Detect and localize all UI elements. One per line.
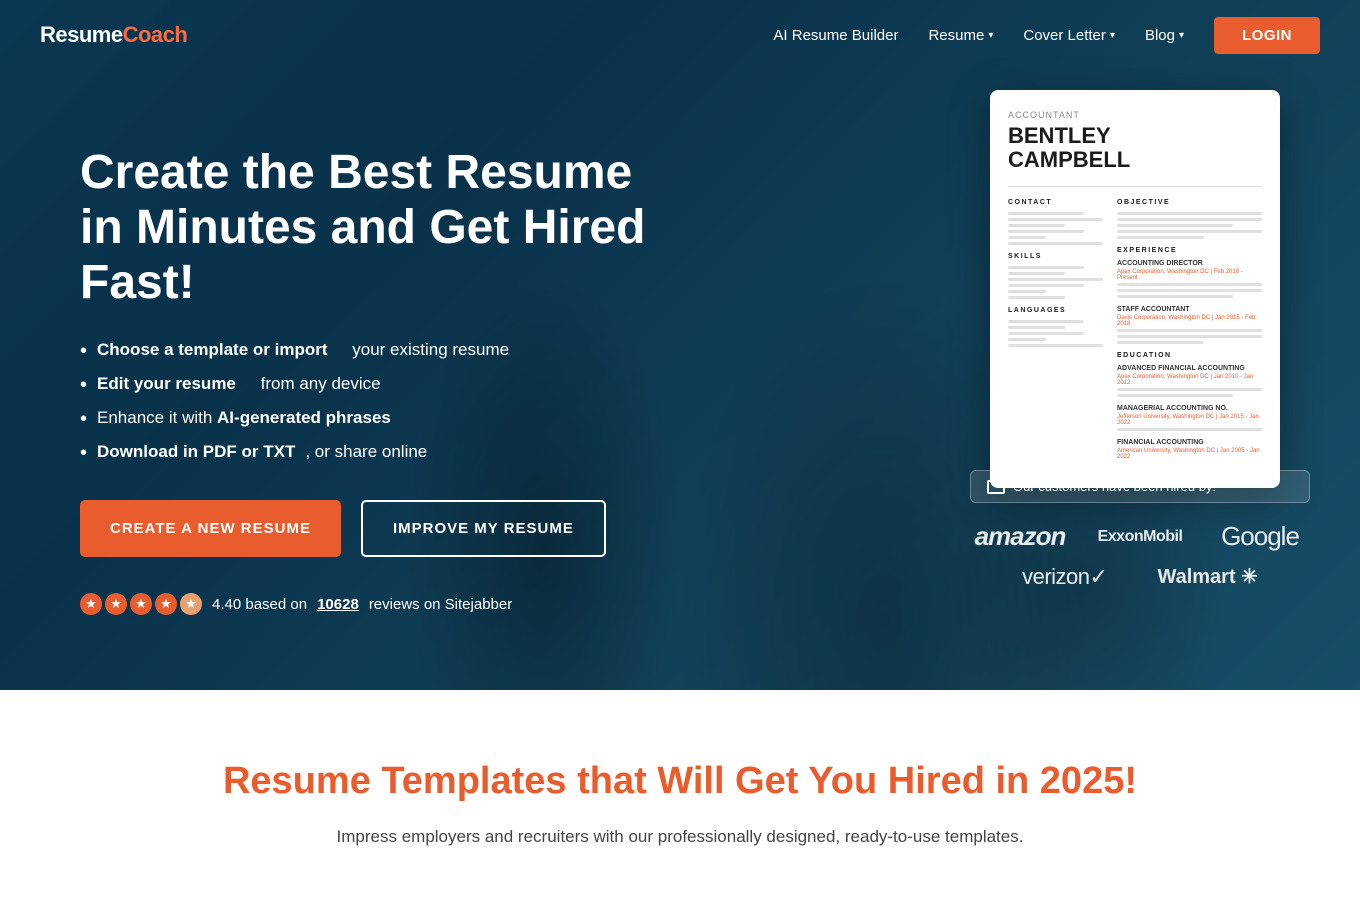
rating-link[interactable]: 10628 (317, 596, 359, 613)
star-4: ★ (155, 593, 177, 615)
resume-name-line2: CAMPBELL (1008, 147, 1130, 172)
resume-col-right: OBJECTIVE EXPERIENCE ACCOUNTING DIRECTOR… (1117, 199, 1262, 468)
google-logo: Google (1210, 521, 1310, 552)
skills-section-title: SKILLS (1008, 253, 1103, 260)
rating-row: ★ ★ ★ ★ ★ 4.40 based on 10628 reviews on… (80, 593, 680, 615)
logo[interactable]: ResumeCoach (40, 22, 187, 48)
resume-card-label: ACCOUNTANT (1008, 110, 1262, 120)
objective-section-title: OBJECTIVE (1117, 199, 1262, 206)
exxonmobil-logo: ExxonMobil (1090, 528, 1190, 546)
contact-line-3 (1008, 224, 1065, 227)
resume-divider (1008, 186, 1262, 187)
rating-suffix: reviews on Sitejabber (369, 596, 512, 613)
login-button[interactable]: LOGIN (1214, 17, 1320, 54)
star-1: ★ (80, 593, 102, 615)
amazon-logo: amazon (970, 521, 1070, 552)
hero-content: Create the Best Resume in Minutes and Ge… (0, 75, 680, 616)
contact-block (1008, 212, 1103, 245)
nav-resume[interactable]: Resume ▾ (928, 27, 993, 44)
briefcase-icon (987, 480, 1005, 494)
star-3: ★ (130, 593, 152, 615)
bottom-subtitle: Impress employers and recruiters with ou… (330, 827, 1030, 847)
contact-line-1 (1008, 212, 1084, 215)
hero-section: Create the Best Resume in Minutes and Ge… (0, 0, 1360, 690)
logo-coach: Coach (123, 22, 188, 47)
hired-by-text: Our customers have been hired by: (1013, 479, 1216, 494)
cta-row: CREATE A NEW RESUME IMPROVE MY RESUME (80, 500, 680, 557)
bottom-section: Resume Templates that Will Get You Hired… (0, 690, 1360, 907)
chevron-down-icon: ▾ (1179, 30, 1184, 41)
logo-resume: Resume (40, 22, 123, 47)
education-block-2: MANAGERIAL ACCOUNTING NO. Jefferson Univ… (1117, 405, 1262, 431)
languages-block (1008, 320, 1103, 347)
bottom-title: Resume Templates that Will Get You Hired… (40, 760, 1320, 803)
company-logos-grid: amazon ExxonMobil Google (970, 521, 1310, 552)
resume-card-name: BENTLEY CAMPBELL (1008, 124, 1262, 172)
languages-section-title: LANGUAGES (1008, 307, 1103, 314)
hero-title: Create the Best Resume in Minutes and Ge… (80, 145, 680, 311)
chevron-down-icon: ▾ (1110, 30, 1115, 41)
star-5: ★ (180, 593, 202, 615)
bullet-1: Choose a template or import your existin… (80, 340, 680, 362)
experience-block-2: STAFF ACCOUNTANT Davis Corporation, Wash… (1117, 306, 1262, 344)
nav-ai-builder[interactable]: AI Resume Builder (773, 27, 898, 44)
navbar: ResumeCoach AI Resume Builder Resume ▾ C… (0, 0, 1360, 70)
bullet-2: Edit your resume from any device (80, 374, 680, 396)
nav-links: AI Resume Builder Resume ▾ Cover Letter … (773, 17, 1320, 54)
experience-section-title: EXPERIENCE (1117, 247, 1262, 254)
improve-resume-button[interactable]: IMPROVE MY RESUME (361, 500, 606, 557)
contact-section-title: CONTACT (1008, 199, 1103, 206)
bullet-4: Download in PDF or TXT, or share online (80, 442, 680, 464)
resume-col-left: CONTACT SKILLS L (1008, 199, 1103, 468)
education-block-1: ADVANCED FINANCIAL ACCOUNTING Apex Corpo… (1117, 365, 1262, 397)
objective-block (1117, 212, 1262, 239)
bullet-3: Enhance it with AI-generated phrases (80, 408, 680, 430)
education-block-3: FINANCIAL ACCOUNTING American University… (1117, 439, 1262, 460)
star-rating: ★ ★ ★ ★ ★ (80, 593, 202, 615)
resume-columns: CONTACT SKILLS L (1008, 199, 1262, 468)
resume-preview-card: ACCOUNTANT BENTLEY CAMPBELL CONTACT SKIL… (990, 90, 1280, 488)
hero-bullets: Choose a template or import your existin… (80, 340, 680, 464)
skills-block (1008, 266, 1103, 299)
rating-score: 4.40 based on (212, 596, 307, 613)
star-2: ★ (105, 593, 127, 615)
contact-line-5 (1008, 236, 1046, 239)
verizon-logo: verizon✓ (1022, 564, 1107, 590)
contact-line-4 (1008, 230, 1084, 233)
education-section-title: EDUCATION (1117, 352, 1262, 359)
hired-by-badge: Our customers have been hired by: (970, 470, 1310, 503)
create-resume-button[interactable]: CREATE A NEW RESUME (80, 500, 341, 557)
hired-by-section: Our customers have been hired by: amazon… (970, 470, 1310, 590)
experience-block-1: ACCOUNTING DIRECTOR Apex Corporation, Wa… (1117, 260, 1262, 298)
contact-line-2 (1008, 218, 1103, 221)
nav-blog[interactable]: Blog ▾ (1145, 27, 1184, 44)
company-logos-row2: verizon✓ Walmart ✳ (970, 564, 1310, 590)
walmart-logo: Walmart ✳ (1157, 564, 1257, 590)
chevron-down-icon: ▾ (988, 30, 993, 41)
contact-line-6 (1008, 242, 1103, 245)
nav-cover-letter[interactable]: Cover Letter ▾ (1023, 27, 1115, 44)
resume-name-line1: BENTLEY (1008, 123, 1111, 148)
